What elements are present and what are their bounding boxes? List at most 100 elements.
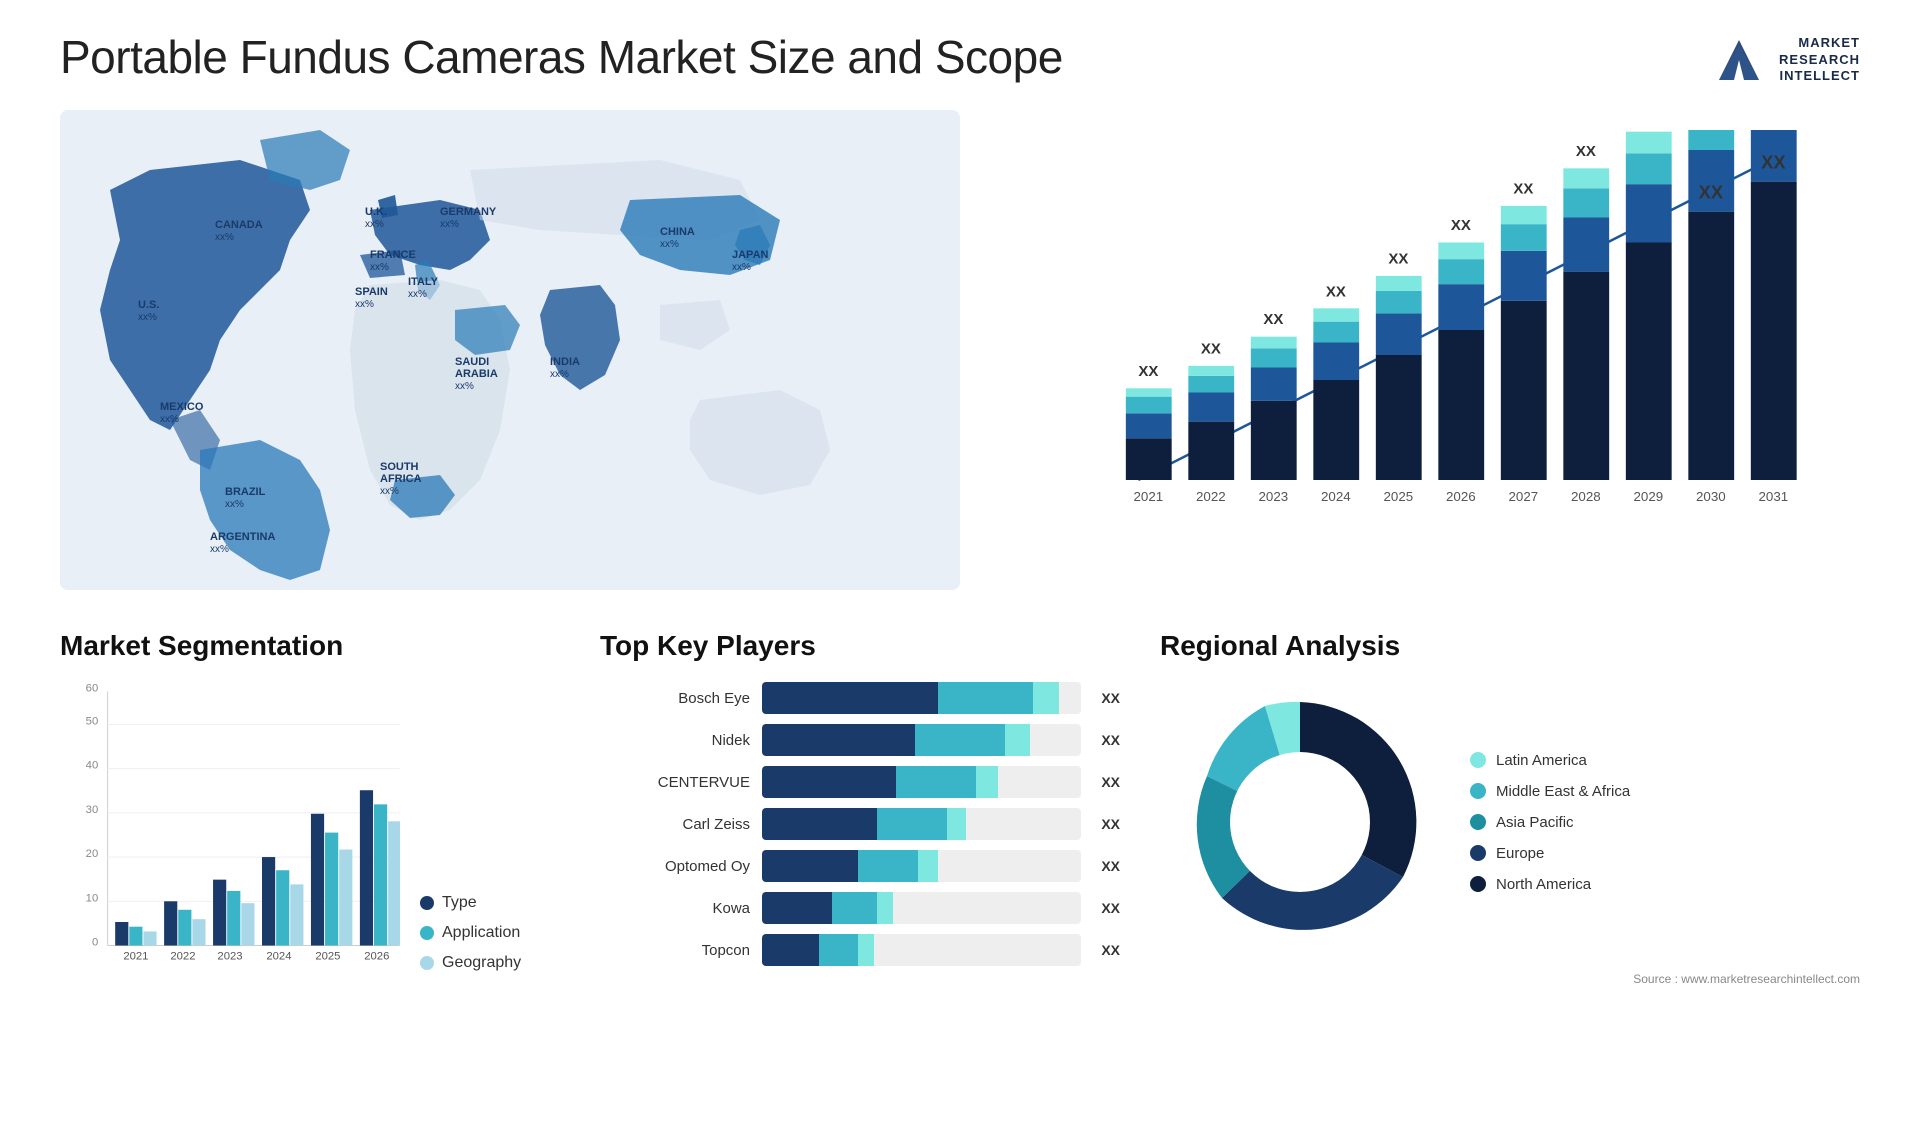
logo-icon <box>1709 30 1769 90</box>
players-title: Top Key Players <box>600 630 1120 662</box>
svg-text:XX: XX <box>1513 180 1533 197</box>
player-bar-wrap <box>762 934 1081 966</box>
page-container: Portable Fundus Cameras Market Size and … <box>0 0 1920 1146</box>
svg-text:MEXICO: MEXICO <box>160 401 204 413</box>
svg-text:60: 60 <box>86 682 99 694</box>
donut-container <box>1160 682 1440 962</box>
player-name: Nidek <box>600 732 750 749</box>
svg-text:2028: 2028 <box>1571 489 1601 504</box>
players-list: Bosch Eye XX Nidek <box>600 682 1120 966</box>
bar-mid <box>877 808 947 840</box>
svg-text:XX: XX <box>1388 250 1408 267</box>
svg-text:2026: 2026 <box>364 951 389 963</box>
europe-dot <box>1470 845 1486 861</box>
svg-text:XX: XX <box>1326 284 1346 301</box>
bar-dark <box>762 892 832 924</box>
north-america-label: North America <box>1496 876 1591 893</box>
north-america-dot <box>1470 876 1486 892</box>
svg-text:ITALY: ITALY <box>408 276 439 288</box>
logo-text: MARKET RESEARCH INTELLECT <box>1779 35 1860 86</box>
middle-east-africa-dot <box>1470 783 1486 799</box>
svg-text:xx%: xx% <box>215 232 234 243</box>
geography-label: Geography <box>442 954 521 972</box>
bar-dark <box>762 724 915 756</box>
player-xx: XX <box>1101 690 1120 706</box>
svg-text:xx%: xx% <box>660 239 679 250</box>
svg-text:xx%: xx% <box>440 219 459 230</box>
svg-text:2022: 2022 <box>170 951 195 963</box>
svg-text:2031: 2031 <box>1759 489 1789 504</box>
application-dot <box>420 926 434 940</box>
svg-text:AFRICA: AFRICA <box>380 473 422 485</box>
svg-text:CHINA: CHINA <box>660 226 695 238</box>
segmentation-chart-area: 0 10 20 30 40 50 60 <box>60 682 560 1002</box>
bar-dark <box>762 934 819 966</box>
bar-chart-svg: XX XX XX XX <box>1020 130 1840 530</box>
segmentation-title: Market Segmentation <box>60 630 560 662</box>
player-row: Bosch Eye XX <box>600 682 1120 714</box>
bar-light <box>1005 724 1031 756</box>
regional-content: Latin America Middle East & Africa Asia … <box>1160 682 1860 962</box>
svg-text:2022: 2022 <box>1196 489 1226 504</box>
player-bar-inner <box>762 808 1081 840</box>
svg-text:xx%: xx% <box>455 381 474 392</box>
svg-text:2021: 2021 <box>123 951 148 963</box>
player-name: CENTERVUE <box>600 774 750 791</box>
map-container: CANADA xx% U.S. xx% MEXICO xx% BRAZIL xx… <box>60 110 960 590</box>
svg-text:xx%: xx% <box>138 312 157 323</box>
bar-dark <box>762 808 877 840</box>
bar-mid <box>858 850 919 882</box>
svg-text:xx%: xx% <box>550 369 569 380</box>
legend-europe: Europe <box>1470 845 1630 862</box>
svg-text:xx%: xx% <box>380 486 399 497</box>
svg-text:JAPAN: JAPAN <box>732 249 769 261</box>
svg-text:U.S.: U.S. <box>138 299 159 311</box>
player-bar-wrap <box>762 892 1081 924</box>
svg-text:XX: XX <box>1451 217 1471 234</box>
svg-text:ARABIA: ARABIA <box>455 368 498 380</box>
svg-text:U.K.: U.K. <box>365 206 387 218</box>
bar-mid <box>832 892 877 924</box>
page-title: Portable Fundus Cameras Market Size and … <box>60 30 1063 84</box>
svg-text:40: 40 <box>86 760 99 772</box>
svg-text:SPAIN: SPAIN <box>355 286 388 298</box>
type-label: Type <box>442 894 477 912</box>
svg-text:XX: XX <box>1263 311 1283 328</box>
geography-dot <box>420 956 434 970</box>
latin-america-dot <box>1470 752 1486 768</box>
svg-text:INDIA: INDIA <box>550 356 580 368</box>
svg-text:XX: XX <box>1699 181 1724 202</box>
asia-pacific-dot <box>1470 814 1486 830</box>
player-bar-inner <box>762 892 1081 924</box>
svg-text:2021: 2021 <box>1134 489 1164 504</box>
player-name: Optomed Oy <box>600 858 750 875</box>
svg-text:BRAZIL: BRAZIL <box>225 486 266 498</box>
regional-title: Regional Analysis <box>1160 630 1860 662</box>
legend-north-america: North America <box>1470 876 1630 893</box>
player-name: Kowa <box>600 900 750 917</box>
bar-light <box>1033 682 1059 714</box>
player-row: Carl Zeiss XX <box>600 808 1120 840</box>
segmentation-chart-svg: 0 10 20 30 40 50 60 <box>60 682 400 1002</box>
player-xx: XX <box>1101 900 1120 916</box>
player-row: Topcon XX <box>600 934 1120 966</box>
player-xx: XX <box>1101 942 1120 958</box>
svg-text:2026: 2026 <box>1446 489 1476 504</box>
player-xx: XX <box>1101 774 1120 790</box>
bottom-section: Market Segmentation 0 10 20 30 40 50 60 <box>60 630 1860 1110</box>
svg-text:2025: 2025 <box>315 951 340 963</box>
svg-text:XX: XX <box>1201 340 1221 357</box>
svg-text:SOUTH: SOUTH <box>380 461 419 473</box>
svg-text:2030: 2030 <box>1696 489 1726 504</box>
europe-label: Europe <box>1496 845 1544 862</box>
segment-legend: Type Application Geography <box>420 894 521 1002</box>
svg-text:xx%: xx% <box>225 499 244 510</box>
bar-light <box>918 850 937 882</box>
bar-light <box>858 934 874 966</box>
legend-latin-america: Latin America <box>1470 752 1630 769</box>
svg-text:ARGENTINA: ARGENTINA <box>210 531 275 543</box>
asia-pacific-label: Asia Pacific <box>1496 814 1574 831</box>
bar-dark <box>762 766 896 798</box>
player-bar-inner <box>762 766 1081 798</box>
player-bar-inner <box>762 682 1081 714</box>
